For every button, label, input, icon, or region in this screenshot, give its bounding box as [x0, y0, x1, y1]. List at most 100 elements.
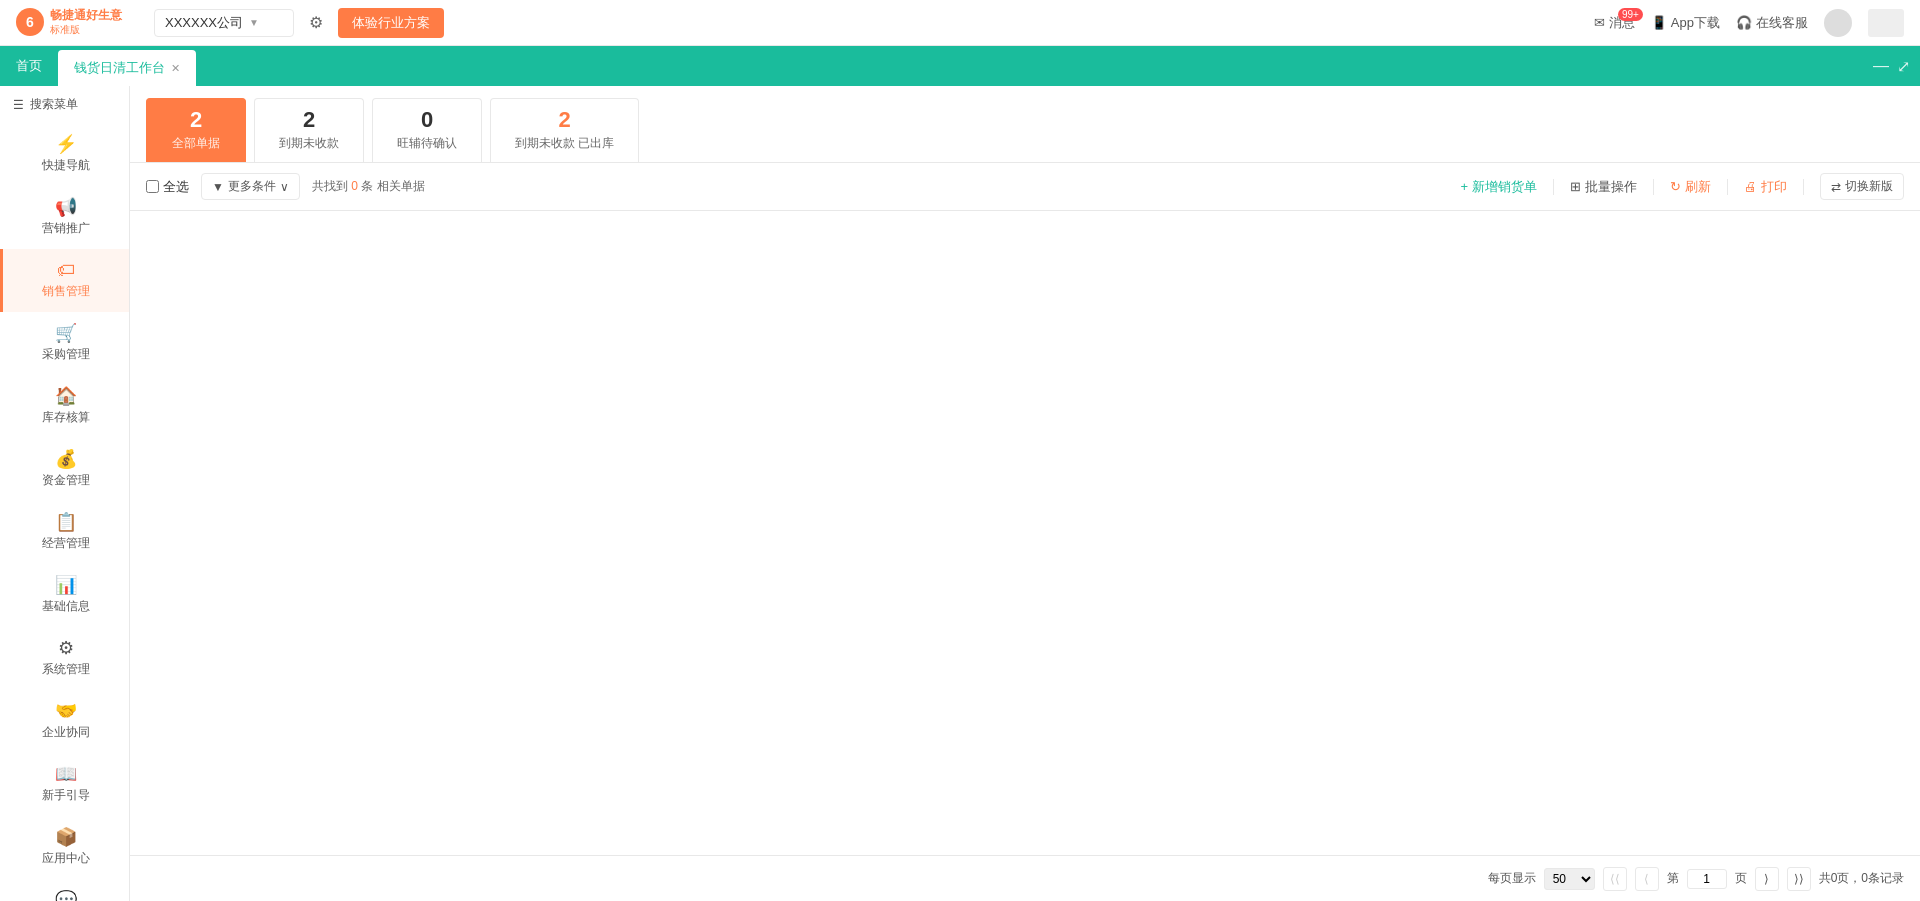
last-page-button[interactable]: ⟩⟩	[1787, 867, 1811, 891]
sidebar-item-wechat[interactable]: 💬 企业微信	[0, 879, 129, 901]
table-area	[130, 211, 1920, 855]
print-icon: 🖨	[1744, 179, 1757, 194]
sidebar-item-quick-nav[interactable]: ⚡ 快捷导航	[0, 123, 129, 186]
company-selector[interactable]: XXXXXX公司 ▼	[154, 9, 294, 37]
search-icon: ☰	[13, 98, 24, 112]
tab-bar-right: — ⤢	[1873, 46, 1920, 86]
logo-icon: 6	[16, 8, 44, 36]
gear-icon: ⚙	[309, 13, 323, 32]
app-center-icon: 📦	[55, 828, 77, 846]
tab-expand-icon[interactable]: ⤢	[1897, 57, 1910, 76]
tab-home[interactable]: 首页	[0, 46, 58, 86]
logo-text-area: 畅捷通好生意 标准版	[50, 8, 122, 36]
card-tab-all-count: 2	[190, 107, 202, 133]
page-prefix: 第	[1667, 870, 1679, 887]
batch-operation-button[interactable]: ⊞ 批量操作	[1570, 178, 1637, 196]
card-tab-overdue-label: 到期未收款	[279, 135, 339, 152]
new-sales-label: 新增销货单	[1472, 178, 1537, 196]
tab-qinghuori[interactable]: 钱货日清工作台 ✕	[58, 50, 196, 86]
service-icon: 🎧	[1736, 15, 1752, 30]
tab-minimize-icon[interactable]: —	[1873, 57, 1889, 75]
per-page-select[interactable]: 50 10 20 100	[1544, 868, 1595, 890]
refresh-button[interactable]: ↻ 刷新	[1670, 178, 1711, 196]
tab-close-icon[interactable]: ✕	[171, 62, 180, 75]
user-menu[interactable]	[1868, 9, 1904, 37]
page-number-input[interactable]	[1687, 869, 1727, 889]
divider-4	[1803, 179, 1804, 195]
card-tab-overdue-out-label: 到期未收款 已出库	[515, 135, 614, 152]
divider-3	[1727, 179, 1728, 195]
card-tabs: 2 全部单据 2 到期未收款 0 旺辅待确认 2 到期未收款 已出库	[130, 86, 1920, 163]
app-download-button[interactable]: 📱 App下载	[1651, 14, 1720, 32]
sidebar-item-base-info[interactable]: 📊 基础信息	[0, 564, 129, 627]
sidebar-item-finance[interactable]: 💰 资金管理	[0, 438, 129, 501]
toolbar-right: + 新增销货单 ⊞ 批量操作 ↻ 刷新 🖨 打印	[1460, 173, 1904, 200]
logo-area: 6 畅捷通好生意 标准版	[16, 8, 146, 36]
messages-badge: 99+	[1618, 8, 1643, 21]
result-count: 0	[351, 179, 358, 193]
card-tab-overdue-count: 2	[303, 107, 315, 133]
select-all-label: 全选	[163, 178, 189, 196]
more-filters-button[interactable]: ▼ 更多条件 ∨	[201, 173, 300, 200]
sidebar-item-enterprise[interactable]: 🤝 企业协同	[0, 690, 129, 753]
avatar[interactable]	[1824, 9, 1852, 37]
tab-home-label: 首页	[16, 57, 42, 75]
divider-1	[1553, 179, 1554, 195]
sidebar-item-marketing[interactable]: 📢 营销推广	[0, 186, 129, 249]
sidebar-item-sales[interactable]: 🏷 销售管理	[0, 249, 129, 312]
refresh-label: 刷新	[1685, 178, 1711, 196]
sidebar-item-app-center[interactable]: 📦 应用中心	[0, 816, 129, 879]
company-dropdown-arrow: ▼	[249, 17, 259, 28]
sidebar-item-label-app-center: 应用中心	[42, 850, 90, 867]
refresh-icon: ↻	[1670, 179, 1681, 194]
header-right: ✉ 消息 99+ 📱 App下载 🎧 在线客服	[1594, 9, 1904, 37]
card-tab-overdue[interactable]: 2 到期未收款	[254, 98, 364, 162]
page-suffix: 页	[1735, 870, 1747, 887]
sidebar-item-purchase[interactable]: 🛒 采购管理	[0, 312, 129, 375]
print-button[interactable]: 🖨 打印	[1744, 178, 1787, 196]
total-info: 共0页，0条记录	[1819, 870, 1904, 887]
card-tab-overdue-out-count: 2	[559, 107, 571, 133]
sidebar-item-tutorial[interactable]: 📖 新手引导	[0, 753, 129, 816]
card-tab-pending-label: 旺辅待确认	[397, 135, 457, 152]
sidebar-item-operations[interactable]: 📋 经营管理	[0, 501, 129, 564]
first-page-button[interactable]: ⟨⟨	[1603, 867, 1627, 891]
sidebar-item-inventory[interactable]: 🏠 库存核算	[0, 375, 129, 438]
sidebar-item-label-base-info: 基础信息	[42, 598, 90, 615]
select-all-input[interactable]	[146, 180, 159, 193]
search-menu-button[interactable]: ☰ 搜索菜单	[0, 86, 129, 123]
main-layout: ☰ 搜索菜单 ⚡ 快捷导航 📢 营销推广 🏷 销售管理 🛒 采购管理 🏠 库存核…	[0, 86, 1920, 901]
select-all-checkbox[interactable]: 全选	[146, 178, 189, 196]
batch-label: 批量操作	[1585, 178, 1637, 196]
inventory-icon: 🏠	[55, 387, 77, 405]
result-prefix: 共找到	[312, 179, 348, 193]
tutorial-icon: 📖	[55, 765, 77, 783]
card-tab-all[interactable]: 2 全部单据	[146, 98, 246, 162]
prev-page-button[interactable]: ⟨	[1635, 867, 1659, 891]
card-tab-pending[interactable]: 0 旺辅待确认	[372, 98, 482, 162]
quick-nav-icon: ⚡	[55, 135, 77, 153]
sidebar-item-label-inventory: 库存核算	[42, 409, 90, 426]
messages-button[interactable]: ✉ 消息 99+	[1594, 14, 1635, 32]
next-page-button[interactable]: ⟩	[1755, 867, 1779, 891]
sidebar-item-label-finance: 资金管理	[42, 472, 90, 489]
divider-2	[1653, 179, 1654, 195]
sidebar-item-system[interactable]: ⚙ 系统管理	[0, 627, 129, 690]
card-tab-all-label: 全部单据	[172, 135, 220, 152]
trial-button[interactable]: 体验行业方案	[338, 8, 444, 38]
sidebar-item-label-operations: 经营管理	[42, 535, 90, 552]
plus-icon: +	[1460, 179, 1468, 194]
new-sales-order-button[interactable]: + 新增销货单	[1460, 178, 1537, 196]
settings-button[interactable]: ⚙	[302, 9, 330, 37]
print-label: 打印	[1761, 178, 1787, 196]
result-suffix: 条 相关单据	[361, 179, 424, 193]
online-service-button[interactable]: 🎧 在线客服	[1736, 14, 1808, 32]
card-tab-pending-count: 0	[421, 107, 433, 133]
message-icon: ✉	[1594, 15, 1605, 30]
card-tab-overdue-out[interactable]: 2 到期未收款 已出库	[490, 98, 639, 162]
sidebar-item-label-tutorial: 新手引导	[42, 787, 90, 804]
content-area: 2 全部单据 2 到期未收款 0 旺辅待确认 2 到期未收款 已出库	[130, 86, 1920, 901]
tab-qinghuori-label: 钱货日清工作台	[74, 59, 165, 77]
pagination-bar: 每页显示 50 10 20 100 ⟨⟨ ⟨ 第 页 ⟩ ⟩⟩ 共0页，0条记录	[130, 855, 1920, 901]
switch-version-button[interactable]: ⇄ 切换新版	[1820, 173, 1904, 200]
